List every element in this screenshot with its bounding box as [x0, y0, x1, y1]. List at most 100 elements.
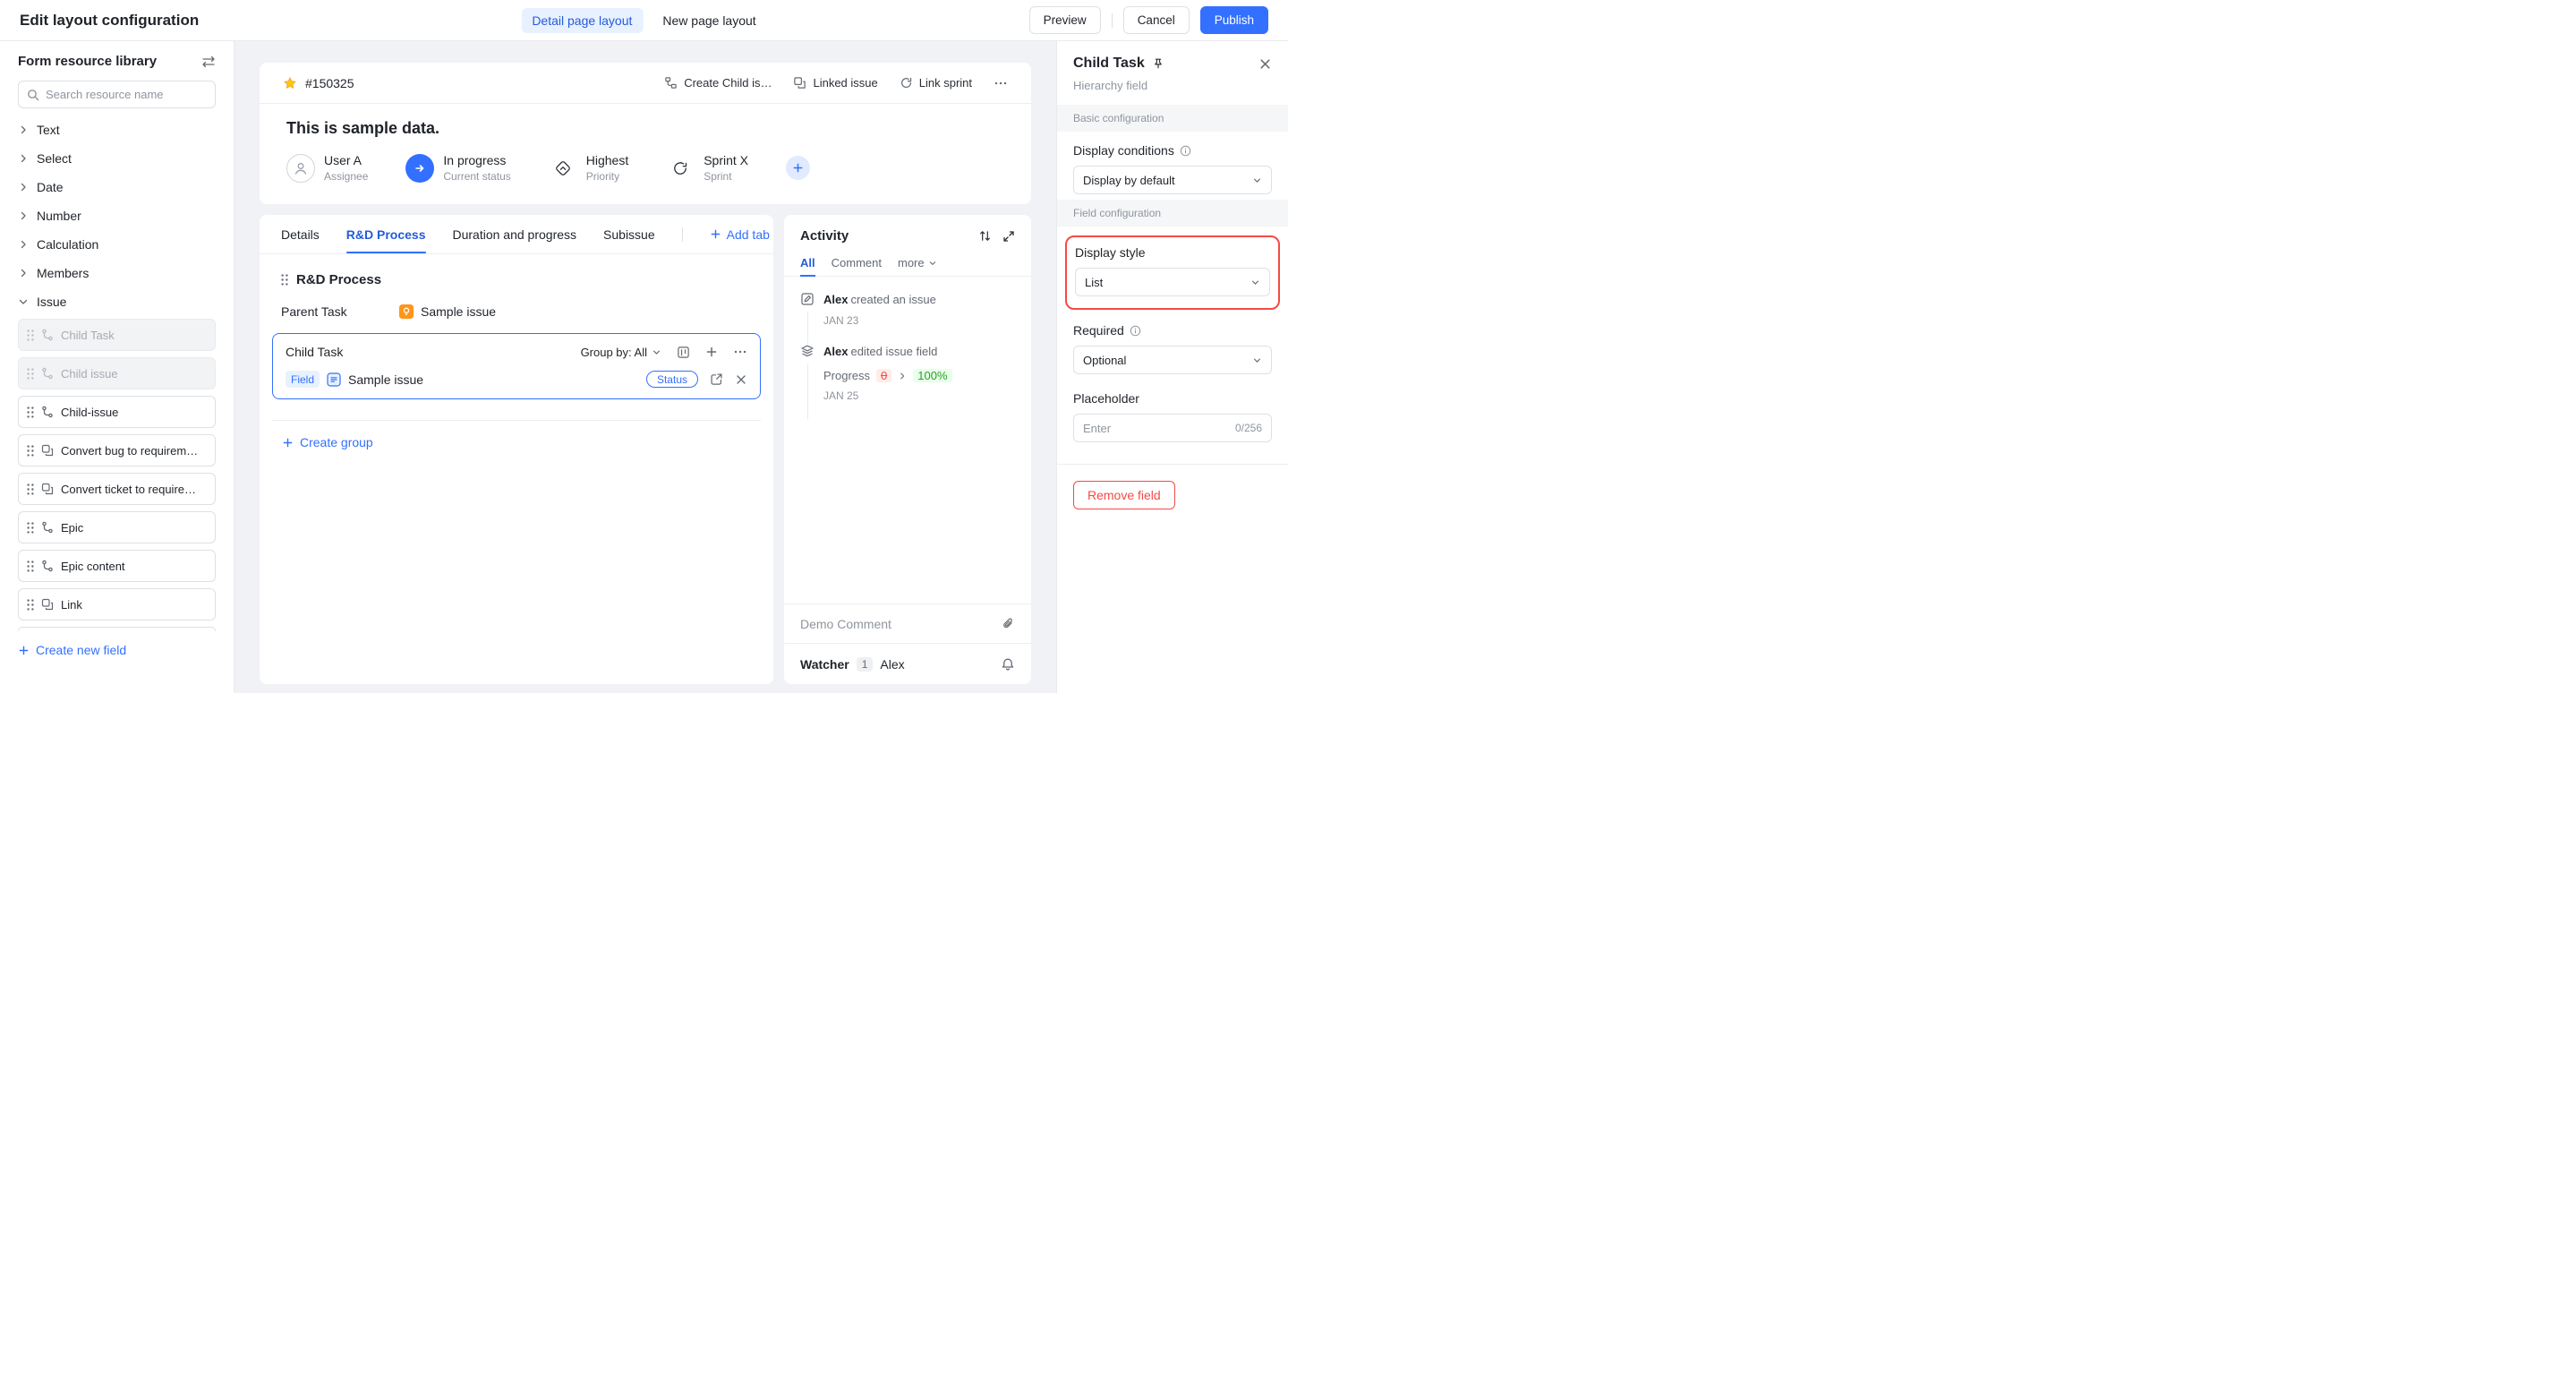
field-item-epic-content[interactable]: Epic content [18, 550, 216, 582]
drag-handle-icon[interactable] [27, 560, 34, 572]
tab-new-page-layout[interactable]: New page layout [652, 8, 766, 33]
create-group-button[interactable]: Create group [282, 435, 761, 449]
drag-handle-icon[interactable] [27, 406, 34, 418]
sidebar-group-date[interactable]: Date [18, 173, 216, 201]
chevron-right-icon [18, 153, 29, 164]
field-item-link[interactable]: Link [18, 588, 216, 620]
issue-actions: Create Child is… Linked issue Link sprin… [664, 76, 1008, 90]
status-pill[interactable]: Status [645, 371, 698, 388]
star-icon[interactable] [283, 76, 297, 90]
parent-task-label: Parent Task [281, 304, 347, 319]
priority-field[interactable]: Highest Priority [549, 153, 628, 183]
issue-title: This is sample data. [286, 119, 440, 137]
field-item-convert-ticket[interactable]: Convert ticket to require… [18, 473, 216, 505]
create-child-issue-button[interactable]: Create Child is… [664, 76, 772, 90]
search-input[interactable] [46, 88, 207, 101]
drag-handle-icon[interactable] [27, 483, 34, 495]
group-label: Members [37, 266, 90, 280]
remove-field-button[interactable]: Remove field [1073, 481, 1175, 509]
required-select[interactable]: Optional [1073, 346, 1272, 374]
sidebar-group-issue[interactable]: Issue [18, 287, 216, 316]
display-style-highlight: Display style List [1065, 235, 1280, 310]
drag-handle-icon[interactable] [27, 329, 34, 341]
close-icon[interactable] [735, 373, 747, 386]
display-style-group: Display style List [1067, 237, 1278, 308]
tab-duration-and-progress[interactable]: Duration and progress [453, 215, 577, 253]
linked-issue-button[interactable]: Linked issue [793, 76, 878, 90]
preview-button[interactable]: Preview [1028, 6, 1101, 34]
tab-comment[interactable]: Comment [832, 250, 882, 276]
watcher-name[interactable]: Alex [880, 657, 904, 672]
field-item-child-task[interactable]: Child Task [18, 319, 216, 351]
field-item-child-issue[interactable]: Child issue [18, 357, 216, 389]
char-count: 0/256 [1234, 422, 1262, 434]
sidebar-group-number[interactable]: Number [18, 201, 216, 230]
bell-icon[interactable] [1001, 657, 1015, 672]
more-icon[interactable] [994, 76, 1008, 90]
drag-handle-icon[interactable] [27, 444, 34, 457]
config-header: Child Task Hierarchy field [1057, 41, 1288, 105]
info-icon[interactable] [1130, 325, 1141, 337]
close-icon[interactable] [1258, 57, 1272, 71]
group-by-select[interactable]: Group by: All [581, 346, 661, 359]
display-style-select[interactable]: List [1075, 268, 1270, 296]
layout-canvas: #150325 Create Child is… Linked issue Li… [235, 41, 1056, 693]
publish-button[interactable]: Publish [1199, 6, 1268, 34]
more-icon[interactable] [733, 345, 747, 359]
sidebar-group-calculation[interactable]: Calculation [18, 230, 216, 259]
sidebar-group-text[interactable]: Text [18, 116, 216, 144]
sidebar-group-select[interactable]: Select [18, 144, 216, 173]
info-icon[interactable] [1180, 145, 1191, 157]
field-item-child-issue-2[interactable]: Child-issue [18, 396, 216, 428]
topbar-actions: Preview Cancel Publish [1028, 6, 1268, 34]
placeholder-input[interactable] [1083, 421, 1230, 435]
field-block-header: Child Task Group by: All [286, 345, 747, 359]
parent-task-row: Parent Task Sample issue [272, 304, 761, 319]
field-issue-title[interactable]: Sample issue [348, 372, 423, 387]
group-label: Select [37, 151, 72, 166]
link-sprint-button[interactable]: Link sprint [900, 76, 972, 90]
sprint-field[interactable]: Sprint X Sprint [666, 153, 748, 183]
assignee-field[interactable]: User A Assignee [286, 153, 368, 183]
collapse-panel-icon[interactable] [201, 55, 216, 69]
chevron-down-icon [1250, 278, 1260, 287]
plus-icon[interactable] [705, 346, 718, 358]
cancel-button[interactable]: Cancel [1122, 6, 1190, 34]
paperclip-icon[interactable] [1002, 617, 1015, 630]
expand-icon[interactable] [1002, 230, 1015, 243]
drag-handle-icon[interactable] [27, 367, 34, 380]
tab-details[interactable]: Details [281, 215, 320, 253]
activity-title: Activity [800, 228, 849, 244]
tab-rd-process[interactable]: R&D Process [345, 215, 426, 253]
resource-search[interactable] [18, 81, 216, 108]
chevron-down-icon [18, 296, 29, 307]
open-in-new-icon[interactable] [710, 372, 723, 386]
child-task-field-block[interactable]: Child Task Group by: All Field Sample is… [272, 333, 761, 399]
field-configuration-section-label: Field configuration [1057, 200, 1288, 227]
sort-icon[interactable] [978, 229, 992, 243]
tab-detail-page-layout[interactable]: Detail page layout [521, 7, 644, 33]
board-icon[interactable] [677, 346, 690, 359]
add-attribute-button[interactable] [786, 156, 811, 180]
tab-subissue[interactable]: Subissue [603, 215, 655, 253]
pin-icon[interactable] [1152, 57, 1164, 70]
activity-event: Alex edited issue field Progress 0 100% J… [800, 344, 1015, 419]
drag-handle-icon[interactable] [27, 598, 34, 611]
drag-handle-icon[interactable] [281, 274, 288, 286]
display-conditions-select[interactable]: Display by default [1073, 166, 1272, 194]
sidebar-group-members[interactable]: Members [18, 259, 216, 287]
current-status-field[interactable]: In progress Current status [405, 153, 511, 183]
tab-all[interactable]: All [800, 250, 815, 277]
group-label: Date [37, 180, 64, 194]
more-dropdown[interactable]: more [898, 250, 937, 276]
create-new-field-button[interactable]: Create new field [18, 631, 216, 669]
link-sprint-icon [900, 76, 913, 90]
drag-handle-icon[interactable] [27, 521, 34, 534]
parent-task-value[interactable]: Sample issue [399, 304, 496, 319]
field-block-title: Child Task [286, 345, 344, 359]
add-tab-button[interactable]: Add tab [710, 227, 770, 242]
field-item-convert-bug[interactable]: Convert bug to requirem… [18, 434, 216, 466]
display-style-label: Display style [1075, 245, 1146, 260]
field-item-epic[interactable]: Epic [18, 511, 216, 543]
comment-input[interactable]: Demo Comment [784, 603, 1031, 643]
